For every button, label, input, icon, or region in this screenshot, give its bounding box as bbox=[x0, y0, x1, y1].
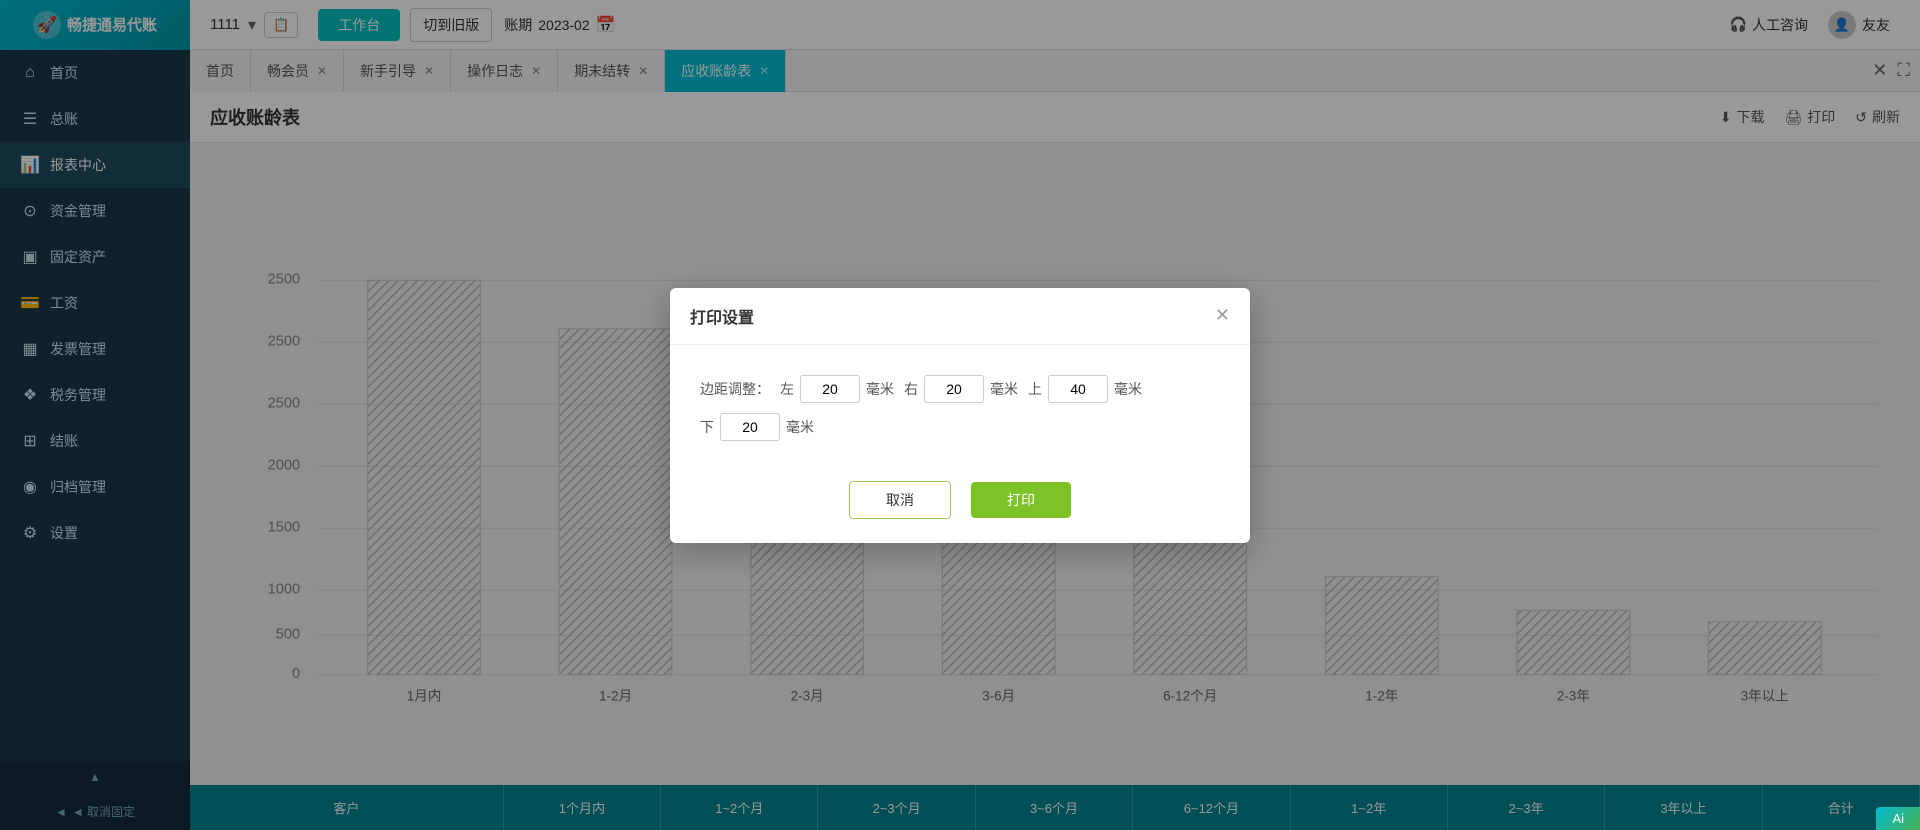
modal-title: 打印设置 bbox=[690, 304, 754, 328]
modal-footer: 取消 打印 bbox=[670, 465, 1250, 543]
modal-overlay: 打印设置 ✕ 边距调整： 左 毫米 右 毫米 上 毫米 bbox=[0, 0, 1920, 830]
margin-left-unit: 毫米 bbox=[866, 379, 894, 399]
margin-left-group: 左 毫米 bbox=[780, 375, 894, 403]
margin-bottom-input[interactable] bbox=[720, 413, 780, 441]
margin-top-group: 上 毫米 bbox=[1028, 375, 1142, 403]
margin-bottom-group: 下 毫米 bbox=[700, 413, 814, 441]
margin-bottom-unit: 毫米 bbox=[786, 417, 814, 437]
confirm-print-btn[interactable]: 打印 bbox=[971, 482, 1071, 518]
ai-label: Ai bbox=[1892, 811, 1904, 826]
margin-bottom-dir: 下 bbox=[700, 417, 714, 437]
modal-header: 打印设置 ✕ bbox=[670, 288, 1250, 345]
margin-top-input[interactable] bbox=[1048, 375, 1108, 403]
margin-right-unit: 毫米 bbox=[990, 379, 1018, 399]
margin-right-group: 右 毫米 bbox=[904, 375, 1018, 403]
margin-right-dir: 右 bbox=[904, 379, 918, 399]
margin-row: 边距调整： 左 毫米 右 毫米 上 毫米 下 bbox=[700, 375, 1220, 441]
print-dialog: 打印设置 ✕ 边距调整： 左 毫米 右 毫米 上 毫米 bbox=[670, 288, 1250, 543]
modal-close-btn[interactable]: ✕ bbox=[1215, 305, 1230, 326]
margin-label: 边距调整： bbox=[700, 379, 770, 399]
margin-left-dir: 左 bbox=[780, 379, 794, 399]
cancel-btn[interactable]: 取消 bbox=[849, 481, 951, 519]
margin-left-input[interactable] bbox=[800, 375, 860, 403]
margin-top-unit: 毫米 bbox=[1114, 379, 1142, 399]
margin-right-input[interactable] bbox=[924, 375, 984, 403]
modal-body: 边距调整： 左 毫米 右 毫米 上 毫米 下 bbox=[670, 345, 1250, 465]
ai-tag[interactable]: Ai bbox=[1876, 807, 1920, 830]
margin-top-dir: 上 bbox=[1028, 379, 1042, 399]
